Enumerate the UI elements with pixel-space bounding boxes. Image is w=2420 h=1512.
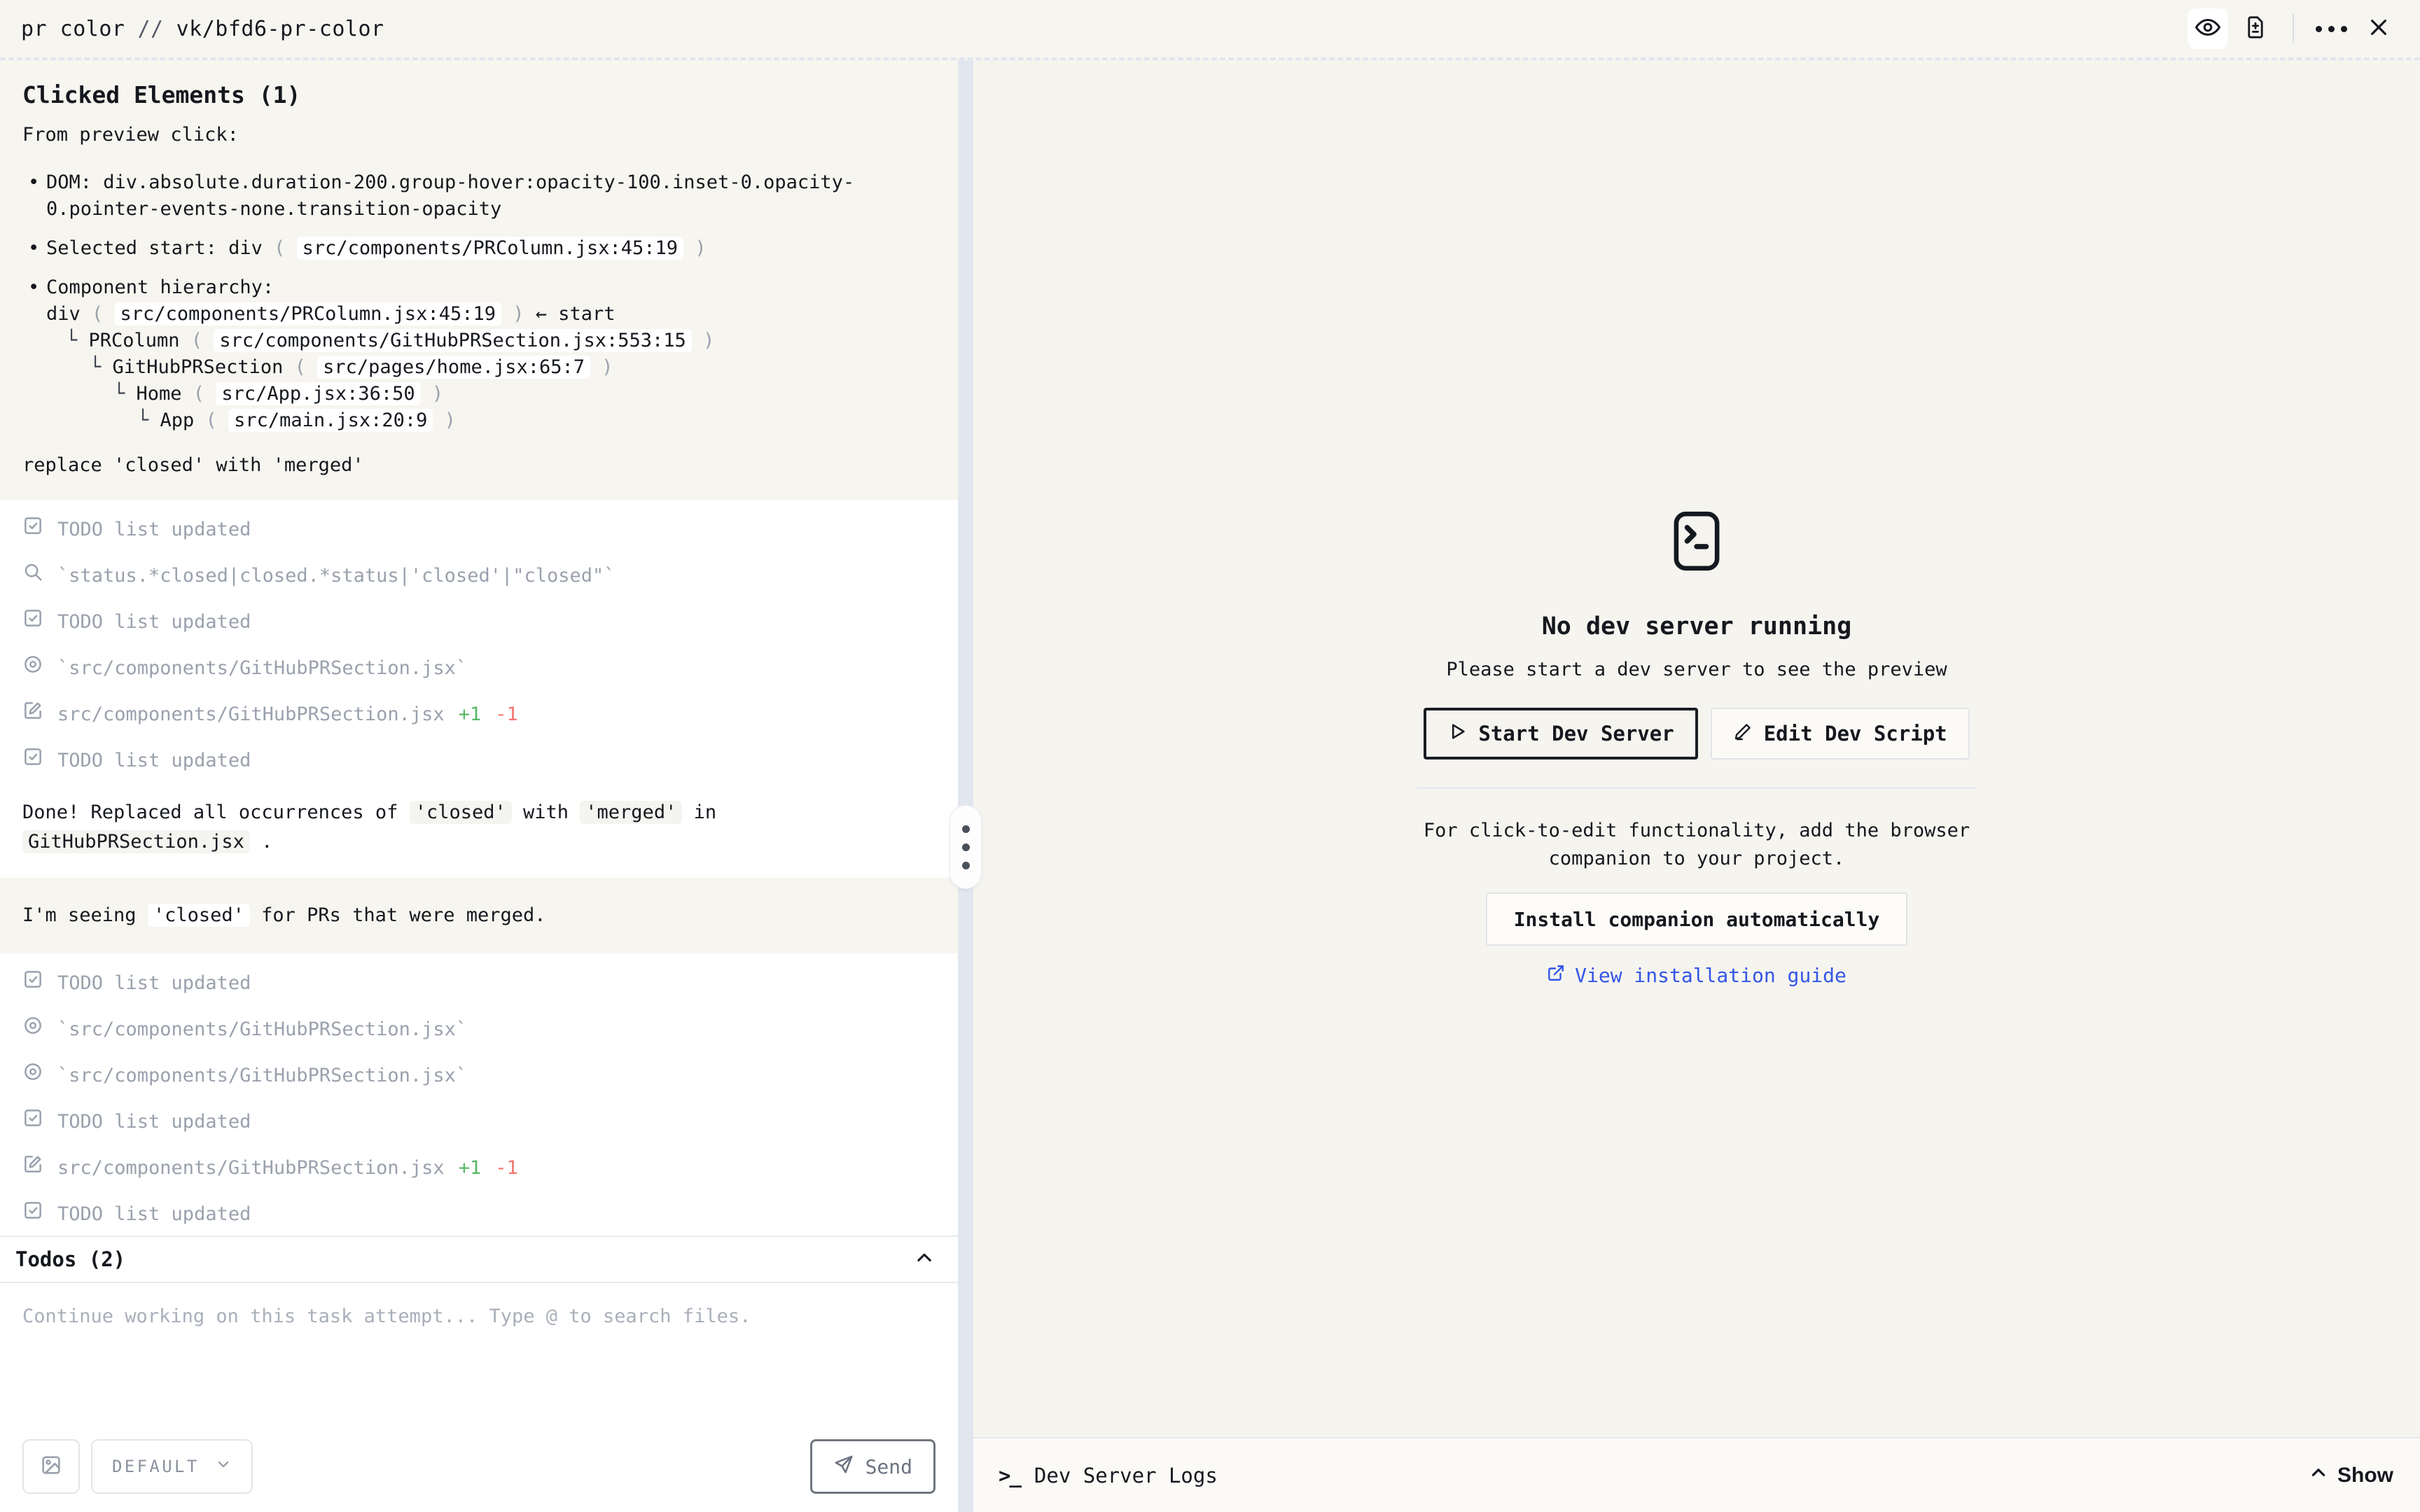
title-bar: pr color // vk/bfd6-pr-color [0,0,2420,60]
section-divider [1417,788,1977,789]
clicked-elements-subtitle: From preview click: [22,124,239,146]
dev-server-logs-title: >_ Dev Server Logs [999,1464,1218,1488]
clicked-elements-title: Clicked Elements (1) [22,81,301,108]
chevron-down-icon [215,1456,232,1477]
chevron-up-icon [2309,1464,2328,1488]
companion-help-text: For click-to-edit functionality, add the… [1423,820,1970,869]
terminal-icon [1674,510,1720,575]
terminal-prompt-icon: >_ [999,1463,1022,1488]
tool-row-todo[interactable]: TODO list updated [22,969,936,998]
start-dev-server-button[interactable]: Start Dev Server [1424,708,1698,760]
diff-added: +1 [458,704,482,725]
hierarchy-row: └ App ( src/main.jsx:20:9 ) [137,409,456,432]
tool-row-todo[interactable]: TODO list updated [22,746,936,776]
diff-added: +1 [458,1157,482,1179]
tool-row-search[interactable]: `status.*closed|closed.*status|'closed'|… [22,561,936,591]
close-button[interactable] [2358,8,2399,49]
chat-panel: Clicked Elements (1) From preview click:… [0,60,958,1512]
tool-row-file-edit[interactable]: src/components/GitHubPRSection.jsx +1 -1 [22,1154,936,1183]
breadcrumb-separator: // [137,16,164,41]
edit-icon [22,1154,43,1183]
model-selector-label: DEFAULT [112,1457,200,1476]
preview-panel: No dev server running Please start a dev… [973,60,2420,1512]
chevron-up-icon[interactable] [915,1248,934,1270]
file-diff-icon [2244,15,2267,42]
clicked-elements-block: Clicked Elements (1) From preview click:… [0,60,958,500]
tool-row-file-view[interactable]: `src/components/GitHubPRSection.jsx` [22,1015,936,1044]
hierarchy-row: └ Home ( src/App.jsx:36:50 ) [113,382,444,405]
composer: DEFAULT Send [0,1283,958,1512]
todo-check-icon [22,608,43,637]
target-icon [22,1061,43,1091]
titlebar-actions [2188,8,2399,49]
preview-toggle-button[interactable] [2188,8,2228,49]
no-dev-server-subline: Please start a dev server to see the pre… [1446,659,1947,680]
todos-label: Todos (2) [15,1247,126,1271]
diff-removed: -1 [495,1157,518,1179]
no-dev-server-state: No dev server running Please start a dev… [1406,510,1987,987]
tool-row-todo[interactable]: TODO list updated [22,608,936,637]
todo-check-icon [22,515,43,545]
panel-resizer[interactable] [950,60,982,1512]
user-instruction: replace 'closed' with 'merged' [22,454,364,476]
chat-scroll-area[interactable]: Clicked Elements (1) From preview click:… [0,60,958,1236]
resize-grip-handle[interactable] [950,805,982,889]
close-icon [2367,16,2390,41]
app-window: pr color // vk/bfd6-pr-color Clicked Ele… [0,0,2420,1512]
dev-server-logs-label: Dev Server Logs [1034,1463,1218,1488]
assistant-message: Done! Replaced all occurrences of 'close… [22,801,717,853]
todo-check-icon [22,1107,43,1137]
send-button[interactable]: Send [809,1439,936,1494]
todos-section-header[interactable]: Todos (2) [0,1236,958,1283]
install-companion-button[interactable]: Install companion automatically [1485,892,1908,946]
image-icon [40,1454,62,1479]
pencil-icon [1733,722,1753,746]
edit-icon [22,700,43,729]
hierarchy-row: └ GitHubPRSection ( src/pages/home.jsx:6… [90,356,613,379]
target-icon [22,654,43,683]
search-icon [22,561,43,591]
todo-check-icon [22,746,43,776]
branch-name: vk/bfd6-pr-color [176,16,384,41]
show-label: Show [2337,1463,2393,1487]
diff-removed: -1 [495,704,518,725]
send-plane-icon [833,1454,854,1480]
attach-image-button[interactable] [22,1439,80,1494]
target-icon [22,1015,43,1044]
component-hierarchy-item: Component hierarchy: div ( src/component… [22,274,936,434]
tool-row-todo[interactable]: TODO list updated [22,1200,936,1229]
todo-check-icon [22,1200,43,1229]
hierarchy-row: div ( src/components/PRColumn.jsx:45:19 … [46,302,616,326]
todo-check-icon [22,969,43,998]
more-options-button[interactable] [2311,8,2351,49]
show-logs-toggle[interactable]: Show [2309,1464,2393,1488]
project-name: pr color [21,16,125,41]
chat-input[interactable] [22,1303,936,1439]
ellipsis-icon [2315,25,2347,32]
view-installation-guide-link[interactable]: View installation guide [1547,964,1847,987]
eye-icon [2195,15,2220,43]
tool-row-file-view[interactable]: `src/components/GitHubPRSection.jsx` [22,1061,936,1091]
breadcrumb: pr color // vk/bfd6-pr-color [21,17,384,41]
tool-call-section: TODO list updated `status.*closed|closed… [0,500,958,794]
hierarchy-row: └ PRColumn ( src/components/GitHubPRSect… [66,329,715,352]
edit-dev-script-button[interactable]: Edit Dev Script [1710,708,1970,760]
external-link-icon [1547,964,1565,987]
play-icon [1447,722,1467,746]
tool-call-section: TODO list updated `src/components/GitHub… [0,953,958,1236]
tool-row-todo[interactable]: TODO list updated [22,515,936,545]
tool-row-file-view[interactable]: `src/components/GitHubPRSection.jsx` [22,654,936,683]
tool-row-file-edit[interactable]: src/components/GitHubPRSection.jsx +1 -1 [22,700,936,729]
selected-start-item: Selected start: div ( src/components/PRC… [22,235,936,262]
send-label: Send [865,1455,912,1478]
titlebar-divider [2293,14,2294,43]
model-selector[interactable]: DEFAULT [91,1439,253,1494]
file-path-code: src/components/PRColumn.jsx:45:19 [296,237,684,260]
no-dev-server-headline: No dev server running [1541,612,1852,640]
dev-server-logs-bar[interactable]: >_ Dev Server Logs Show [973,1437,2420,1512]
user-message: I'm seeing 'closed' for PRs that were me… [0,878,958,953]
tool-row-todo[interactable]: TODO list updated [22,1107,936,1137]
diff-view-button[interactable] [2235,8,2276,49]
dom-path-item: DOM: div.absolute.duration-200.group-hov… [22,169,936,223]
